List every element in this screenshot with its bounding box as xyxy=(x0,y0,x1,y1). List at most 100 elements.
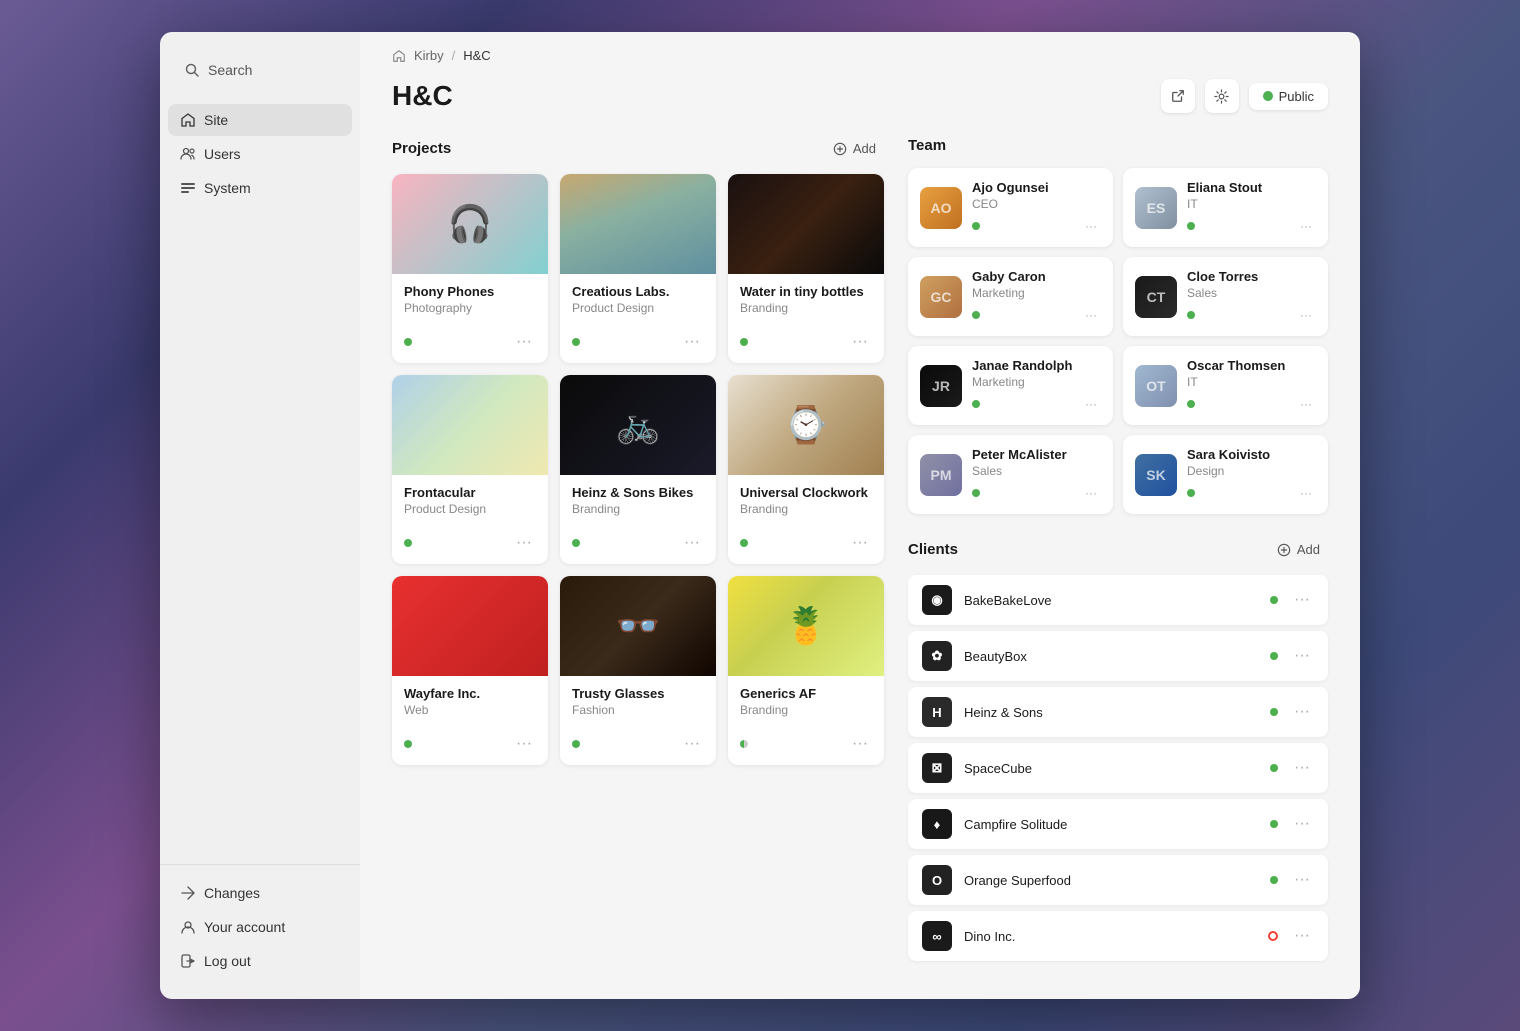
team-more-button[interactable]: ··· xyxy=(1296,484,1316,502)
project-card[interactable]: 🍍 Generics AF Branding ··· xyxy=(728,576,884,765)
clients-header: Clients Add xyxy=(908,538,1328,561)
client-row[interactable]: ◉ BakeBakeLove ··· xyxy=(908,575,1328,625)
team-card[interactable]: PM Peter McAlister Sales ··· xyxy=(908,435,1113,514)
team-more-button[interactable]: ··· xyxy=(1081,217,1101,235)
client-more-button[interactable]: ··· xyxy=(1290,869,1314,891)
project-name: Generics AF xyxy=(740,686,872,701)
clients-add-button[interactable]: Add xyxy=(1269,538,1328,561)
project-info: Frontacular Product Design xyxy=(392,475,548,526)
team-card[interactable]: OT Oscar Thomsen IT ··· xyxy=(1123,346,1328,425)
project-card[interactable]: ⌚ Universal Clockwork Branding ··· xyxy=(728,375,884,564)
settings-button[interactable] xyxy=(1205,79,1239,113)
team-card[interactable]: JR Janae Randolph Marketing ··· xyxy=(908,346,1113,425)
client-row[interactable]: ⊠ SpaceCube ··· xyxy=(908,743,1328,793)
client-row[interactable]: O Orange Superfood ··· xyxy=(908,855,1328,905)
client-row[interactable]: ∞ Dino Inc. ··· xyxy=(908,911,1328,961)
changes-button[interactable]: Changes xyxy=(168,877,352,909)
project-name: Universal Clockwork xyxy=(740,485,872,500)
app-window: Search Site Users xyxy=(160,32,1360,999)
project-card[interactable]: Wayfare Inc. Web ··· xyxy=(392,576,548,765)
team-status-dot xyxy=(1187,311,1195,319)
team-more-button[interactable]: ··· xyxy=(1296,306,1316,324)
team-status-dot xyxy=(972,489,980,497)
team-header: Team xyxy=(908,137,1328,154)
project-more-button[interactable]: ··· xyxy=(680,733,704,755)
project-card[interactable]: Frontacular Product Design ··· xyxy=(392,375,548,564)
client-status-dot xyxy=(1270,764,1278,772)
team-card[interactable]: AO Ajo Ogunsei CEO ··· xyxy=(908,168,1113,247)
external-link-button[interactable] xyxy=(1161,79,1195,113)
project-type: Branding xyxy=(740,703,872,717)
account-button[interactable]: Your account xyxy=(168,911,352,943)
team-status-dot xyxy=(972,222,980,230)
client-row[interactable]: ✿ BeautyBox ··· xyxy=(908,631,1328,681)
project-more-button[interactable]: ··· xyxy=(680,331,704,353)
project-status-dot xyxy=(404,338,412,346)
team-more-button[interactable]: ··· xyxy=(1081,306,1101,324)
project-more-button[interactable]: ··· xyxy=(512,532,536,554)
project-status-dot xyxy=(572,539,580,547)
team-role: Marketing xyxy=(972,375,1101,389)
search-button[interactable]: Search xyxy=(168,52,352,88)
project-type: Web xyxy=(404,703,536,717)
projects-add-button[interactable]: Add xyxy=(825,137,884,160)
project-name: Phony Phones xyxy=(404,284,536,299)
team-more-button[interactable]: ··· xyxy=(1081,395,1101,413)
clients-title: Clients xyxy=(908,541,958,558)
project-card[interactable]: Creatious Labs. Product Design ··· xyxy=(560,174,716,363)
sidebar-item-users[interactable]: Users xyxy=(168,138,352,170)
client-more-button[interactable]: ··· xyxy=(1290,701,1314,723)
project-more-button[interactable]: ··· xyxy=(848,331,872,353)
status-badge[interactable]: Public xyxy=(1249,83,1328,110)
team-info: Gaby Caron Marketing ··· xyxy=(972,269,1101,324)
client-more-button[interactable]: ··· xyxy=(1290,645,1314,667)
logout-button[interactable]: Log out xyxy=(168,945,352,977)
account-label: Your account xyxy=(204,919,285,935)
project-footer: ··· xyxy=(392,727,548,765)
team-grid: AO Ajo Ogunsei CEO ··· ES Eliana Stout I… xyxy=(908,168,1328,514)
team-more-button[interactable]: ··· xyxy=(1296,395,1316,413)
team-more-button[interactable]: ··· xyxy=(1296,217,1316,235)
team-card[interactable]: SK Sara Koivisto Design ··· xyxy=(1123,435,1328,514)
project-type: Branding xyxy=(740,301,872,315)
project-more-button[interactable]: ··· xyxy=(848,532,872,554)
client-more-button[interactable]: ··· xyxy=(1290,757,1314,779)
project-card[interactable]: 👓 Trusty Glasses Fashion ··· xyxy=(560,576,716,765)
project-footer: ··· xyxy=(728,727,884,765)
project-more-button[interactable]: ··· xyxy=(680,532,704,554)
project-more-button[interactable]: ··· xyxy=(512,331,536,353)
team-card[interactable]: ES Eliana Stout IT ··· xyxy=(1123,168,1328,247)
client-logo: ♦ xyxy=(922,809,952,839)
breadcrumb-parent[interactable]: Kirby xyxy=(414,48,444,63)
project-card[interactable]: 🎧 Phony Phones Photography ··· xyxy=(392,174,548,363)
client-row[interactable]: ♦ Campfire Solitude ··· xyxy=(908,799,1328,849)
sidebar-item-system[interactable]: System xyxy=(168,172,352,204)
project-card[interactable]: 🚲 Heinz & Sons Bikes Branding ··· xyxy=(560,375,716,564)
client-logo: ∞ xyxy=(922,921,952,951)
project-thumbnail: 👓 xyxy=(560,576,716,676)
project-thumbnail: 🎧 xyxy=(392,174,548,274)
team-card[interactable]: CT Cloe Torres Sales ··· xyxy=(1123,257,1328,336)
client-status-dot xyxy=(1270,652,1278,660)
client-more-button[interactable]: ··· xyxy=(1290,925,1314,947)
project-more-button[interactable]: ··· xyxy=(848,733,872,755)
team-info: Ajo Ogunsei CEO ··· xyxy=(972,180,1101,235)
client-name: SpaceCube xyxy=(964,761,1258,776)
client-status-dot xyxy=(1270,876,1278,884)
team-more-button[interactable]: ··· xyxy=(1081,484,1101,502)
page-title: H&C xyxy=(392,80,453,112)
project-card[interactable]: Water in tiny bottles Branding ··· xyxy=(728,174,884,363)
breadcrumb-separator: / xyxy=(452,48,456,63)
client-row[interactable]: H Heinz & Sons ··· xyxy=(908,687,1328,737)
project-type: Branding xyxy=(740,502,872,516)
client-more-button[interactable]: ··· xyxy=(1290,589,1314,611)
sidebar-bottom: Changes Your account Log out xyxy=(160,864,360,979)
team-card[interactable]: GC Gaby Caron Marketing ··· xyxy=(908,257,1113,336)
sidebar-item-site[interactable]: Site xyxy=(168,104,352,136)
project-more-button[interactable]: ··· xyxy=(512,733,536,755)
client-more-button[interactable]: ··· xyxy=(1290,813,1314,835)
project-footer: ··· xyxy=(728,325,884,363)
project-footer: ··· xyxy=(728,526,884,564)
system-icon xyxy=(180,180,196,196)
project-footer: ··· xyxy=(392,526,548,564)
